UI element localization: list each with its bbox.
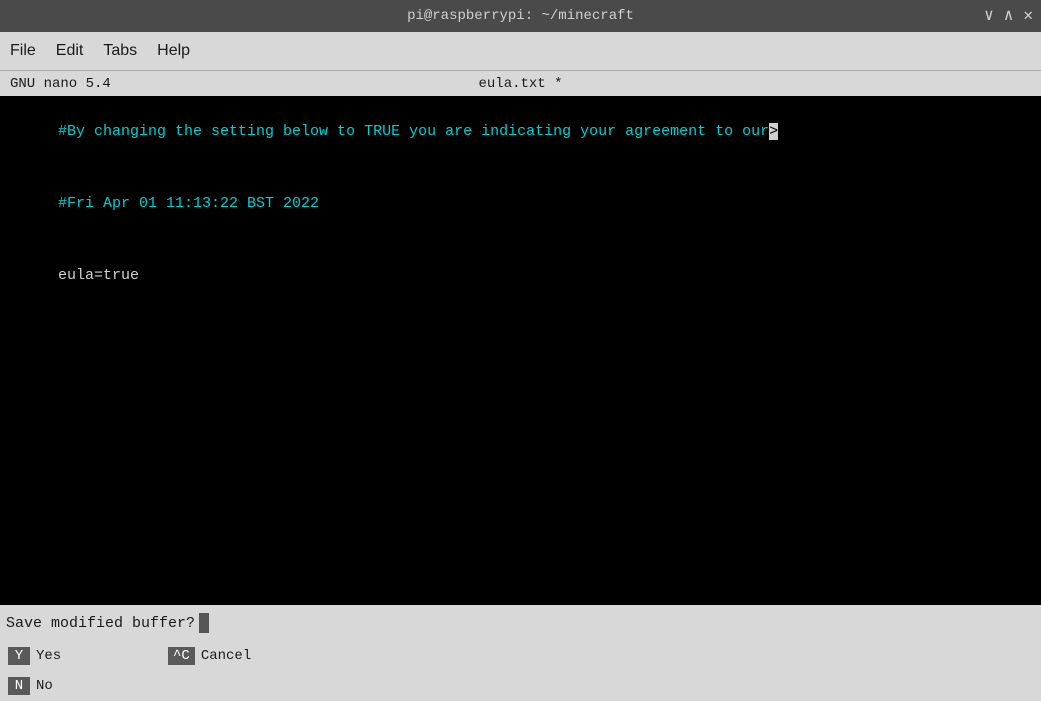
editor-line-3: eula=true: [0, 240, 1041, 312]
menu-help[interactable]: Help: [157, 42, 190, 60]
options-row-1: Y Yes ^C Cancel: [0, 641, 1041, 671]
options-grid: Y Yes ^C Cancel N No: [0, 641, 1041, 701]
title-bar-text: pi@raspberrypi: ~/minecraft: [407, 8, 634, 24]
title-bar-controls: ∨ ∧ ✕: [984, 8, 1033, 24]
option-no-label: No: [36, 678, 53, 694]
nano-version: GNU nano 5.4: [10, 76, 111, 92]
terminal-window: pi@raspberrypi: ~/minecraft ∨ ∧ ✕ File E…: [0, 0, 1041, 701]
menu-bar: File Edit Tabs Help: [0, 32, 1041, 70]
editor-line-2: #Fri Apr 01 11:13:22 BST 2022: [0, 168, 1041, 240]
bottom-area: Save modified buffer? Y Yes ^C Cancel N: [0, 605, 1041, 701]
maximize-icon[interactable]: ∧: [1004, 8, 1014, 24]
nano-filename: eula.txt *: [478, 76, 562, 92]
minimize-icon[interactable]: ∨: [984, 8, 994, 24]
title-bar: pi@raspberrypi: ~/minecraft ∨ ∧ ✕: [0, 0, 1041, 32]
key-n: N: [8, 677, 30, 695]
key-ctrl-c: ^C: [168, 647, 195, 665]
save-prompt-text: Save modified buffer?: [6, 615, 195, 632]
menu-file[interactable]: File: [10, 42, 36, 60]
line-overflow-indicator: >: [769, 123, 778, 140]
menu-edit[interactable]: Edit: [56, 42, 84, 60]
option-yes[interactable]: Y Yes: [4, 647, 164, 665]
save-prompt-row: Save modified buffer?: [0, 605, 1041, 641]
menu-tabs[interactable]: Tabs: [103, 42, 137, 60]
options-row-2: N No: [0, 671, 1041, 701]
nano-header: GNU nano 5.4 eula.txt *: [0, 70, 1041, 96]
option-no[interactable]: N No: [4, 677, 164, 695]
option-cancel[interactable]: ^C Cancel: [164, 647, 324, 665]
close-icon[interactable]: ✕: [1023, 8, 1033, 24]
save-prompt-cursor: [199, 613, 209, 633]
editor-line-1: #By changing the setting below to TRUE y…: [0, 96, 1041, 168]
option-cancel-label: Cancel: [201, 648, 251, 664]
option-yes-label: Yes: [36, 648, 61, 664]
key-y: Y: [8, 647, 30, 665]
